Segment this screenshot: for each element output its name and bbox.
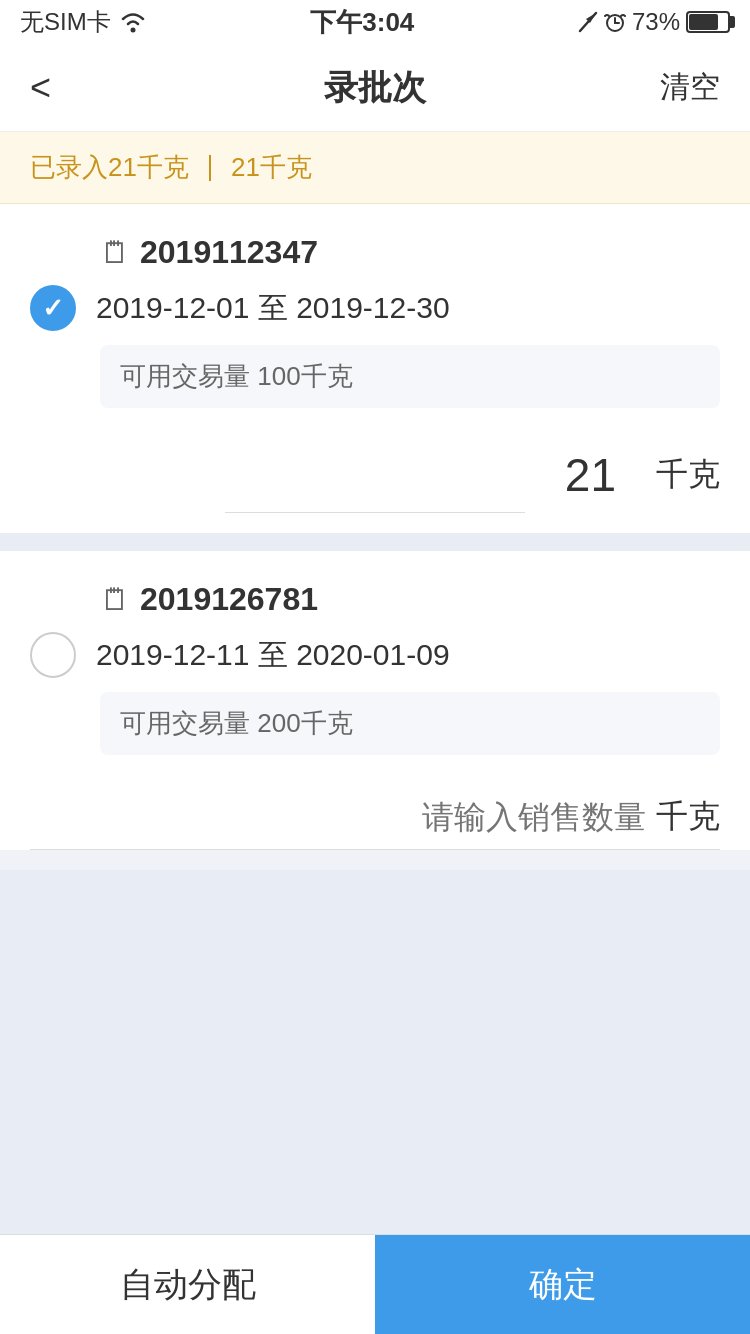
page-title: 录批次 [324, 65, 426, 111]
status-right: 73% [578, 8, 730, 36]
blank-area [0, 870, 750, 1290]
clear-button[interactable]: 清空 [660, 67, 720, 108]
batch-item-2[interactable]: 🗒 2019126781 2019-12-11 至 2020-01-09 可用交… [0, 551, 750, 775]
batch-date-row-1: 2019-12-01 至 2019-12-30 [30, 285, 720, 331]
radio-1[interactable] [30, 285, 76, 331]
radio-2[interactable] [30, 632, 76, 678]
input-divider-2 [30, 849, 720, 850]
auto-distribute-button[interactable]: 自动分配 [0, 1235, 375, 1334]
batch-avail-2: 可用交易量 200千克 [100, 692, 720, 755]
batch-icon-1: 🗒 [100, 236, 130, 270]
carrier-text: 无SIM卡 [20, 6, 111, 38]
batch-date-row-2: 2019-12-11 至 2020-01-09 [30, 632, 720, 678]
batch-id-row-1: 🗒 2019112347 [100, 234, 720, 271]
qty-value-1: 21 [565, 448, 616, 502]
wifi-icon [119, 11, 147, 33]
confirm-button[interactable]: 确定 [375, 1235, 750, 1334]
batch-id-row-2: 🗒 2019126781 [100, 581, 720, 618]
info-divider [209, 155, 211, 181]
quantity-input-2[interactable] [30, 799, 646, 836]
back-button[interactable]: < [30, 67, 90, 109]
quantity-row-1: 21 千克 [0, 428, 750, 512]
batch-id-1: 2019112347 [140, 234, 318, 271]
batch-avail-text-2: 可用交易量 200千克 [120, 708, 353, 738]
nav-bar: < 录批次 清空 [0, 44, 750, 132]
recorded-label: 已录入21千克 [30, 150, 189, 185]
section-separator [0, 533, 750, 551]
bottom-bar: 自动分配 确定 [0, 1234, 750, 1334]
batch-icon-2: 🗒 [100, 583, 130, 617]
batch-card-2: 🗒 2019126781 2019-12-11 至 2020-01-09 可用交… [0, 551, 750, 850]
status-left: 无SIM卡 [20, 6, 147, 38]
batch-avail-text-1: 可用交易量 100千克 [120, 361, 353, 391]
batch-avail-1: 可用交易量 100千克 [100, 345, 720, 408]
batch-date-1: 2019-12-01 至 2019-12-30 [96, 288, 450, 329]
input-unit-2: 千克 [656, 795, 720, 839]
batch-card-1: 🗒 2019112347 2019-12-01 至 2019-12-30 可用交… [0, 204, 750, 533]
input-row-2: 千克 [0, 775, 750, 849]
batch-id-2: 2019126781 [140, 581, 318, 618]
location-icon [578, 11, 598, 33]
qty-unit-1: 千克 [656, 453, 720, 497]
svg-point-0 [130, 28, 135, 33]
info-banner: 已录入21千克 21千克 [0, 132, 750, 204]
status-time: 下午3:04 [310, 5, 414, 40]
alarm-icon [604, 11, 626, 33]
status-bar: 无SIM卡 下午3:04 73% [0, 0, 750, 44]
batch-date-2: 2019-12-11 至 2020-01-09 [96, 635, 450, 676]
info-amount: 21千克 [231, 150, 312, 185]
batch-item-1[interactable]: 🗒 2019112347 2019-12-01 至 2019-12-30 可用交… [0, 204, 750, 428]
battery-icon [686, 11, 730, 33]
qty-divider-1 [225, 512, 525, 513]
battery-percent: 73% [632, 8, 680, 36]
